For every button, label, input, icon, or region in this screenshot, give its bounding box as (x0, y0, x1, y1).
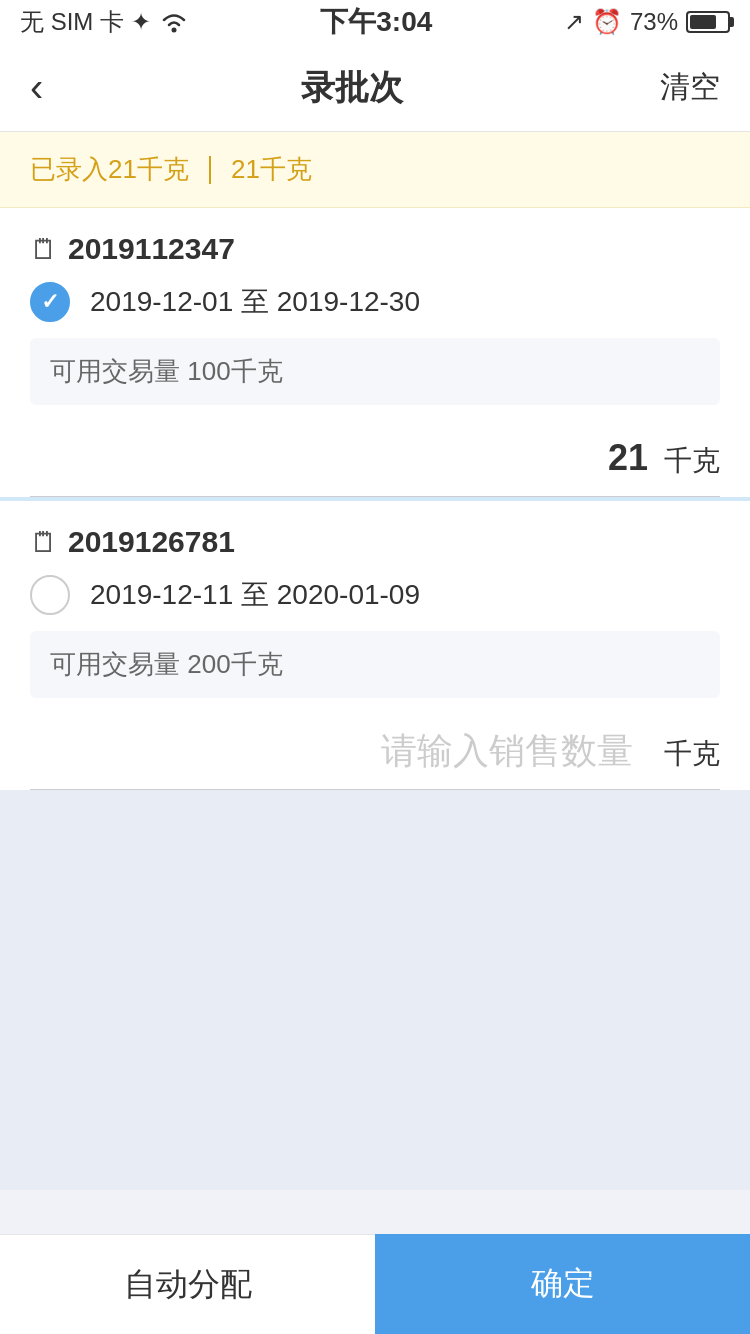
back-button[interactable]: ‹ (30, 65, 43, 110)
info-value: 21千克 (231, 152, 312, 187)
info-banner: 已录入21千克 21千克 (0, 132, 750, 208)
location-icon: ↗ (564, 8, 584, 36)
batch-header-1: 🗒 2019112347 (0, 208, 750, 274)
radio-button-1[interactable] (30, 282, 70, 322)
battery-percent: 73% (630, 8, 678, 36)
nav-bar: ‹ 录批次 清空 (0, 44, 750, 132)
amount-row-2: 千克 (0, 714, 750, 789)
avail-qty-1: 可用交易量 100千克 (30, 338, 720, 405)
status-left: 无 SIM 卡 ✦ (20, 6, 189, 38)
status-bar: 无 SIM 卡 ✦ 下午3:04 ↗ ⏰ 73% (0, 0, 750, 44)
batch-doc-icon-1: 🗒 (30, 233, 58, 266)
amount-unit-1: 千克 (664, 442, 720, 480)
info-recorded-label: 已录入21千克 (30, 152, 189, 187)
batch-id-2: 2019126781 (68, 525, 235, 559)
battery-icon (686, 11, 730, 33)
batch-doc-icon-2: 🗒 (30, 526, 58, 559)
confirm-button[interactable]: 确定 (375, 1234, 750, 1334)
batch-date-row-2[interactable]: 2019-12-11 至 2020-01-09 (0, 567, 750, 623)
sim-label: 无 SIM 卡 ✦ (20, 6, 151, 38)
batch-header-2: 🗒 2019126781 (0, 501, 750, 567)
avail-qty-2: 可用交易量 200千克 (30, 631, 720, 698)
clear-button[interactable]: 清空 (660, 67, 720, 108)
bottom-bar: 自动分配 确定 (0, 1234, 750, 1334)
svg-point-0 (171, 28, 176, 33)
empty-area (0, 790, 750, 1190)
batch-date-row-1[interactable]: 2019-12-01 至 2019-12-30 (0, 274, 750, 330)
page-title: 录批次 (301, 65, 403, 111)
radio-button-2[interactable] (30, 575, 70, 615)
status-right: ↗ ⏰ 73% (564, 8, 730, 36)
info-divider (209, 156, 211, 184)
amount-value-1: 21 (608, 437, 648, 479)
amount-row-1: 21 千克 (0, 421, 750, 496)
auto-distribute-button[interactable]: 自动分配 (0, 1234, 375, 1334)
alarm-icon: ⏰ (592, 8, 622, 36)
wifi-icon (159, 11, 189, 33)
batch-id-1: 2019112347 (68, 232, 235, 266)
batch-card-1: 🗒 2019112347 2019-12-01 至 2019-12-30 可用交… (0, 208, 750, 497)
batch-card-2: 🗒 2019126781 2019-12-11 至 2020-01-09 可用交… (0, 501, 750, 790)
amount-unit-2: 千克 (664, 735, 720, 773)
amount-input-2[interactable] (348, 730, 648, 772)
batch-date-2: 2019-12-11 至 2020-01-09 (90, 576, 420, 614)
batch-date-1: 2019-12-01 至 2019-12-30 (90, 283, 420, 321)
status-time: 下午3:04 (320, 3, 432, 41)
